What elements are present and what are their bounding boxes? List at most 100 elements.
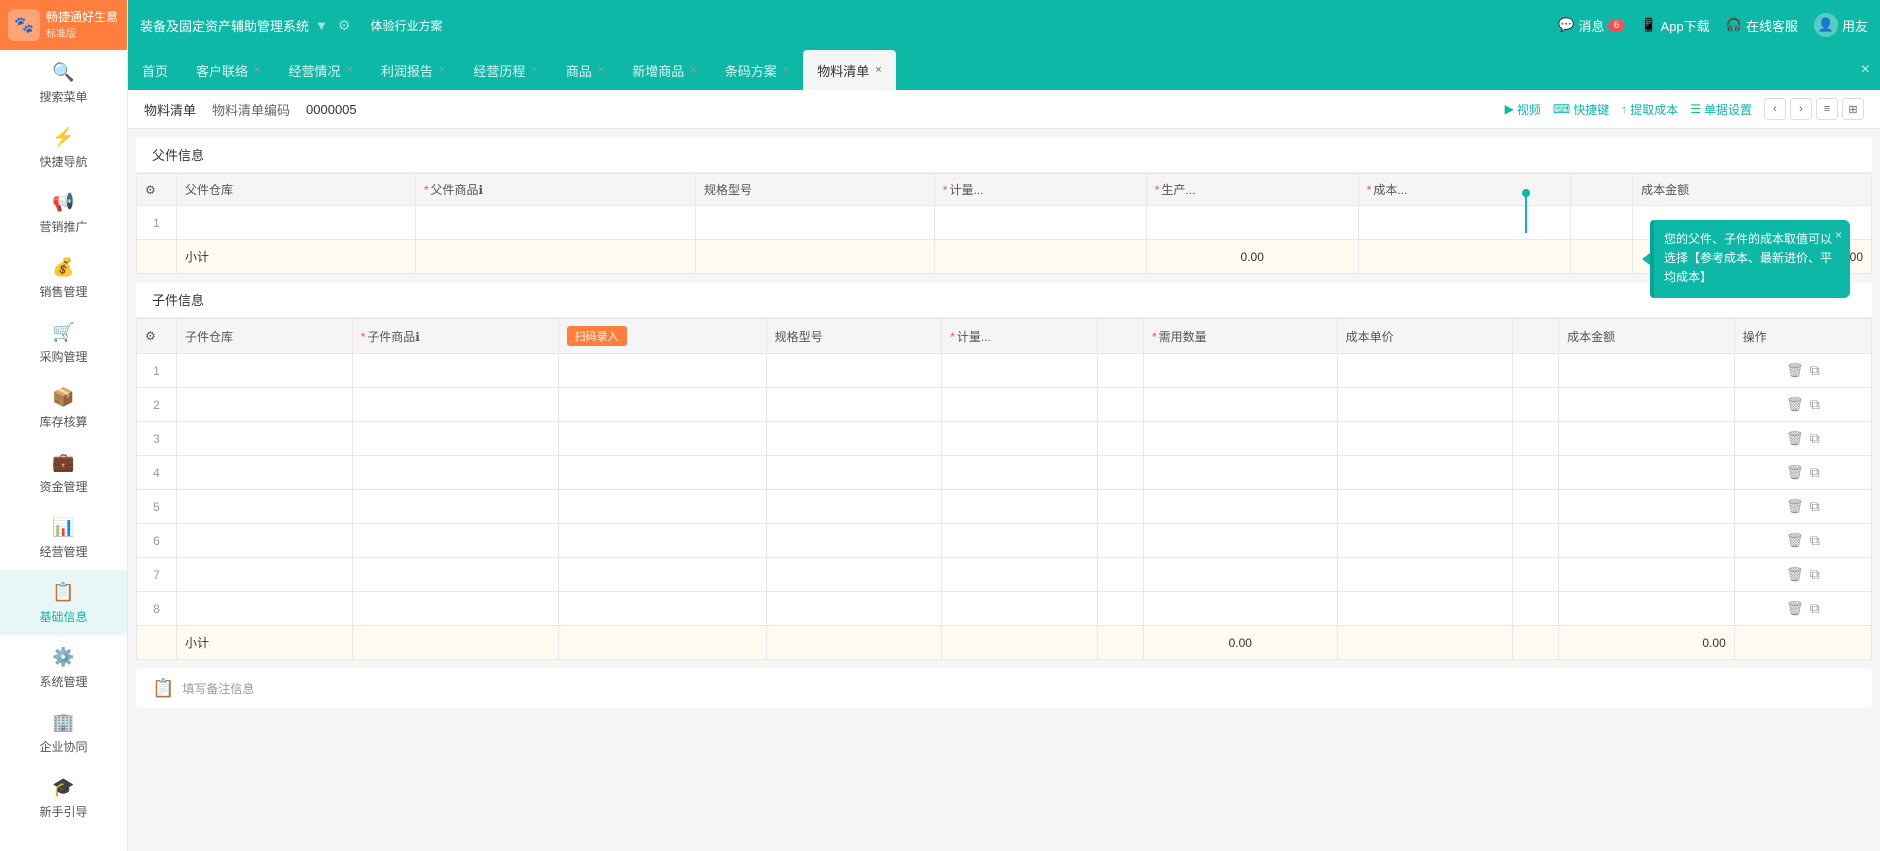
- child-row-1-qty[interactable]: [1143, 354, 1337, 388]
- child-subtotal-row: 小计 0.00 0.00: [137, 626, 1872, 660]
- delete-icon-5[interactable]: 🗑: [1786, 498, 1804, 515]
- sidebar-item-operation[interactable]: 📊 经营管理: [0, 505, 127, 570]
- tab-goods-close[interactable]: ×: [598, 64, 604, 76]
- delete-icon-2[interactable]: 🗑: [1786, 396, 1804, 413]
- grid-btn[interactable]: ≡: [1816, 98, 1838, 120]
- child-row-1-warehouse[interactable]: [177, 354, 353, 388]
- mobile-icon: 📱: [1640, 17, 1656, 33]
- sidebar-item-enterprise[interactable]: 🏢 企业协同: [0, 700, 127, 765]
- tab-barcode[interactable]: 条码方案 ×: [711, 50, 803, 90]
- delete-icon-7[interactable]: 🗑: [1786, 566, 1804, 583]
- delete-icon-4[interactable]: 🗑: [1786, 464, 1804, 481]
- trial-btn[interactable]: 体验行业方案: [358, 13, 454, 38]
- child-col-scan: 扫码录入: [558, 319, 766, 354]
- child-col-settings[interactable]: ⚙: [137, 319, 177, 354]
- tab-bom-close[interactable]: ×: [875, 64, 881, 76]
- list-btn[interactable]: ⊞: [1842, 98, 1864, 120]
- nav-icon: ⚡: [52, 125, 76, 149]
- copy-icon-2[interactable]: ⧉: [1810, 396, 1820, 413]
- sidebar-item-quick-nav[interactable]: ⚡ 快捷导航: [0, 115, 127, 180]
- tab-profit-close[interactable]: ×: [439, 64, 445, 76]
- extract-icon: ↑: [1621, 102, 1627, 116]
- child-row-4-action: 🗑⧉: [1734, 456, 1871, 490]
- user-avatar: 👤: [1814, 13, 1838, 37]
- headset-icon: 🎧: [1726, 17, 1742, 33]
- tab-new-goods[interactable]: 新增商品 ×: [618, 50, 710, 90]
- tab-new-goods-close[interactable]: ×: [690, 64, 696, 76]
- parent-row-1-goods[interactable]: [415, 206, 695, 240]
- parent-section-title: 父件信息: [136, 137, 1872, 173]
- child-row-1-unit[interactable]: [942, 354, 1098, 388]
- prev-btn[interactable]: ‹: [1764, 98, 1786, 120]
- parent-row-1-produce[interactable]: [1146, 206, 1358, 240]
- copy-icon-7[interactable]: ⧉: [1810, 566, 1820, 583]
- tab-barcode-close[interactable]: ×: [783, 64, 789, 76]
- scan-btn[interactable]: 扫码录入: [567, 326, 627, 346]
- parent-row-1: 1: [137, 206, 1872, 240]
- child-subtotal-qty: 0.00: [1143, 626, 1337, 660]
- child-row-1: 1 🗑 ⧉: [137, 354, 1872, 388]
- child-col-spec: 规格型号: [766, 319, 942, 354]
- settings-icon[interactable]: ⚙: [338, 17, 351, 34]
- tab-history[interactable]: 经营历程 ×: [459, 50, 551, 90]
- sales-icon: 💰: [52, 255, 76, 279]
- online-service-btn[interactable]: 🎧 在线客服: [1726, 16, 1798, 35]
- delete-icon-1[interactable]: 🗑: [1786, 362, 1804, 379]
- copy-icon-1[interactable]: ⧉: [1810, 362, 1820, 379]
- sidebar-item-basic-info[interactable]: 📋 基础信息: [0, 570, 127, 635]
- sidebar-item-search[interactable]: 🔍 搜索菜单: [0, 50, 127, 115]
- tab-customer[interactable]: 客户联络 ×: [182, 50, 274, 90]
- child-col-unit-cost: 成本单价: [1337, 319, 1513, 354]
- notes-placeholder[interactable]: 填写备注信息: [182, 680, 254, 697]
- child-row-1-unit-cost[interactable]: [1337, 354, 1513, 388]
- sidebar-item-purchase[interactable]: 🛒 采购管理: [0, 310, 127, 375]
- child-col-unit: *计量...: [942, 319, 1098, 354]
- single-setting-action[interactable]: ☰ 单据设置: [1690, 101, 1752, 118]
- close-all-tabs[interactable]: ×: [1851, 61, 1880, 79]
- child-row-5: 5 🗑⧉: [137, 490, 1872, 524]
- sidebar-item-guide[interactable]: 🎓 新手引导: [0, 765, 127, 830]
- sidebar-item-system[interactable]: ⚙️ 系统管理: [0, 635, 127, 700]
- copy-icon-3[interactable]: ⧉: [1810, 430, 1820, 447]
- message-btn[interactable]: 💬 消息 6: [1558, 16, 1624, 35]
- sidebar-item-inventory[interactable]: 📦 库存核算: [0, 375, 127, 440]
- delete-icon-3[interactable]: 🗑: [1786, 430, 1804, 447]
- copy-icon-4[interactable]: ⧉: [1810, 464, 1820, 481]
- tab-profit[interactable]: 利润报告 ×: [367, 50, 459, 90]
- delete-icon-6[interactable]: 🗑: [1786, 532, 1804, 549]
- tab-goods[interactable]: 商品 ×: [552, 50, 618, 90]
- parent-subtotal-col1: 小计: [177, 240, 416, 274]
- parent-row-1-cost[interactable]: [1358, 206, 1570, 240]
- parent-col-settings[interactable]: ⚙: [137, 174, 177, 206]
- sidebar-item-marketing[interactable]: 📢 营销推广: [0, 180, 127, 245]
- user-btn[interactable]: 👤 用友: [1814, 13, 1868, 37]
- logo-icon: 🐾: [8, 9, 40, 41]
- child-row-1-goods[interactable]: [352, 354, 558, 388]
- tab-operation-close[interactable]: ×: [346, 64, 352, 76]
- shortcut-action[interactable]: ⌨ 快捷键: [1553, 101, 1609, 118]
- next-btn[interactable]: ›: [1790, 98, 1812, 120]
- tooltip-close-btn[interactable]: ×: [1835, 226, 1842, 245]
- tab-bom[interactable]: 物料清单 ×: [803, 50, 895, 90]
- parent-row-1-warehouse[interactable]: [177, 206, 416, 240]
- delete-icon-8[interactable]: 🗑: [1786, 600, 1804, 617]
- copy-icon-5[interactable]: ⧉: [1810, 498, 1820, 515]
- parent-row-1-unit[interactable]: [934, 206, 1146, 240]
- child-row-1-action: 🗑 ⧉: [1734, 354, 1871, 388]
- copy-icon-6[interactable]: ⧉: [1810, 532, 1820, 549]
- child-row-3: 3 🗑⧉: [137, 422, 1872, 456]
- copy-icon-8[interactable]: ⧉: [1810, 600, 1820, 617]
- parent-subtotal-row: 小计 0.00 0.00: [137, 240, 1872, 274]
- app-download-btn[interactable]: 📱 App下载: [1640, 16, 1709, 35]
- child-row-1-spec[interactable]: [766, 354, 942, 388]
- parent-subtotal-col4: [934, 240, 1146, 274]
- sidebar-item-finance[interactable]: 💼 资金管理: [0, 440, 127, 505]
- tab-customer-close[interactable]: ×: [254, 64, 260, 76]
- tab-home[interactable]: 首页: [128, 50, 182, 90]
- view-action[interactable]: ▶ 视频: [1505, 101, 1541, 118]
- tab-history-close[interactable]: ×: [531, 64, 537, 76]
- tab-operation[interactable]: 经营情况 ×: [274, 50, 366, 90]
- extract-cost-action[interactable]: ↑ 提取成本: [1621, 101, 1678, 118]
- sidebar-item-sales[interactable]: 💰 销售管理: [0, 245, 127, 310]
- parent-row-1-spec[interactable]: [695, 206, 934, 240]
